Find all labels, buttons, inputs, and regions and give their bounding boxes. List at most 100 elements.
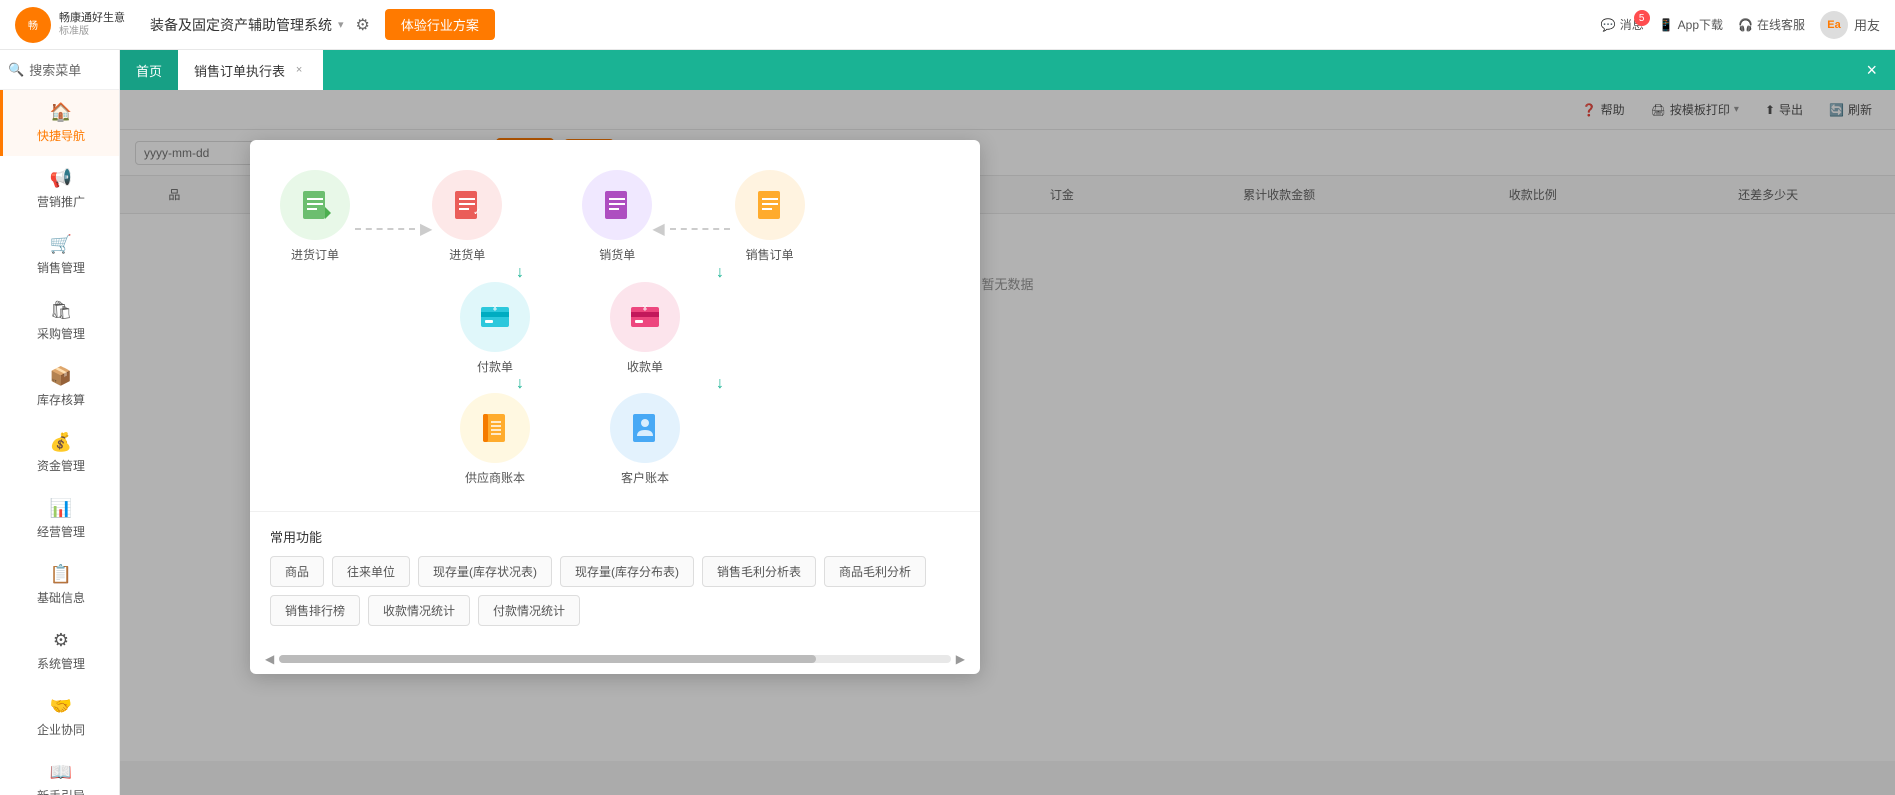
customer-ledger-circle [610,393,680,463]
scroll-right-arrow[interactable]: ▶ [956,652,965,666]
dropdown-icon: ▾ [338,18,344,31]
sidebar-item-sales[interactable]: 🛒 销售管理 [0,222,119,288]
flow-node-purchase-bill[interactable]: ✓ 进货单 [432,170,502,263]
func-buttons-row2: 销售排行榜 收款情况统计 付款情况统计 [270,595,960,626]
modal-content: 进货订单 ▶ [250,140,980,511]
flow-node-sales-bill[interactable]: 销货单 [582,170,652,263]
sidebar-item-guide[interactable]: 📖 新手引导 [0,750,119,795]
arrow-h-2: ◀ [652,219,734,263]
flow-node-sales-order[interactable]: 销售订单 [735,170,805,263]
sidebar-item-label: 企业协同 [37,721,85,738]
purchase-bill-label: 进货单 [449,246,485,263]
svg-text:¥: ¥ [642,304,648,313]
sidebar-item-label: 经营管理 [37,523,85,540]
service-icon: 🎧 [1738,18,1753,32]
sidebar-item-label: 基础信息 [37,589,85,606]
sidebar-item-finance[interactable]: 💰 资金管理 [0,420,119,486]
scroll-thumb [279,655,816,663]
supplier-ledger-label: 供应商账本 [465,469,525,486]
purchase-order-circle [280,170,350,240]
scroll-left-arrow[interactable]: ◀ [265,652,274,666]
top-header: 畅 畅康通好生意 标准版 装备及固定资产辅助管理系统 ▾ ⚙ 体验行业方案 💬 … [0,0,1895,50]
sidebar-item-operation[interactable]: 📊 经营管理 [0,486,119,552]
payment-circle: ¥ [460,282,530,352]
operation-icon: 📊 [50,498,72,519]
sidebar-item-purchase[interactable]: 🛍 采购管理 [0,288,119,354]
sidebar-item-label: 库存核算 [37,391,85,408]
marketing-icon: 📢 [50,168,72,189]
modal-overlay: 进货订单 ▶ [120,90,1895,795]
search-menu[interactable]: 🔍 搜索菜单 [0,50,119,90]
system-title-area[interactable]: 装备及固定资产辅助管理系统 ▾ [150,15,344,35]
tab-bar-close-button[interactable]: × [1858,60,1885,81]
receipt-label: 收款单 [627,358,663,375]
tab-sales-order[interactable]: 销售订单执行表 × [178,50,323,90]
flow-node-purchase-order[interactable]: 进货订单 [280,170,350,263]
sidebar-item-system[interactable]: ⚙ 系统管理 [0,618,119,684]
receipt-circle: ¥ [610,282,680,352]
flow-node-supplier-ledger[interactable]: 供应商账本 [460,393,530,486]
search-icon: 🔍 [8,62,24,78]
flow-node-customer-ledger[interactable]: 客户账本 [610,393,680,486]
message-badge: 5 [1634,10,1650,26]
user-area[interactable]: Ea 用友 [1820,11,1880,39]
inventory-icon: 📦 [50,366,72,387]
experience-button[interactable]: 体验行业方案 [385,9,495,40]
func-btn-partner[interactable]: 往来单位 [332,556,410,587]
system-icon: ⚙ [53,630,69,651]
sidebar-item-enterprise[interactable]: 🤝 企业协同 [0,684,119,750]
app-download-item[interactable]: 📱 App下载 [1659,16,1723,33]
svg-text:¥: ¥ [492,304,498,313]
func-btn-sales-gross[interactable]: 销售毛利分析表 [702,556,816,587]
flow-node-payment[interactable]: ¥ 付款单 [460,282,530,375]
modal-box: 进货订单 ▶ [250,140,980,674]
sidebar-item-label: 销售管理 [37,259,85,276]
func-btn-payment-stat[interactable]: 付款情况统计 [478,595,580,626]
tab-home[interactable]: 首页 [120,50,178,90]
content-area: 首页 销售订单执行表 × × ❓ 帮助 🖨 按模板打印 ▾ [120,50,1895,795]
customer-ledger-label: 客户账本 [621,469,669,486]
logo-text: 畅康通好生意 标准版 [59,11,125,38]
enterprise-icon: 🤝 [50,696,72,717]
page-content: ❓ 帮助 🖨 按模板打印 ▾ ⬆ 导出 🔄 刷新 [120,90,1895,795]
func-btn-sales-rank[interactable]: 销售排行榜 [270,595,360,626]
func-btn-product[interactable]: 商品 [270,556,324,587]
sidebar-item-basic[interactable]: 📋 基础信息 [0,552,119,618]
tab-close-icon[interactable]: × [291,62,307,78]
sidebar-item-marketing[interactable]: 📢 营销推广 [0,156,119,222]
func-btn-stock-dist[interactable]: 现存量(库存分布表) [560,556,694,587]
scroll-track[interactable] [279,655,951,663]
svg-text:畅: 畅 [28,19,38,32]
sidebar-item-inventory[interactable]: 📦 库存核算 [0,354,119,420]
supplier-ledger-circle [460,393,530,463]
sales-order-circle [735,170,805,240]
sidebar-item-label: 营销推广 [37,193,85,210]
payment-label: 付款单 [477,358,513,375]
header-actions: 💬 消息 5 📱 App下载 🎧 在线客服 Ea 用友 [1601,11,1880,39]
message-item[interactable]: 💬 消息 5 [1601,16,1644,33]
gear-icon: ⚙ [356,17,370,34]
arrow-h-1: ▶ [350,219,432,263]
user-name: 用友 [1854,15,1880,34]
func-btn-receipt-stat[interactable]: 收款情况统计 [368,595,470,626]
svg-text:✓: ✓ [473,207,481,218]
sales-bill-label: 销货单 [599,246,635,263]
sidebar-item-quick-nav[interactable]: 🏠 快捷导航 [0,90,119,156]
func-btn-stock-status[interactable]: 现存量(库存状况表) [418,556,552,587]
sidebar-item-label: 采购管理 [37,325,85,342]
gear-button[interactable]: ⚙ [356,15,370,35]
message-icon: 💬 [1601,18,1616,32]
sidebar-item-label: 新手引导 [37,787,85,795]
quick-nav-icon: 🏠 [50,102,72,123]
system-title: 装备及固定资产辅助管理系统 [150,15,332,35]
online-service-item[interactable]: 🎧 在线客服 [1738,16,1805,33]
download-icon: 📱 [1659,18,1674,32]
purchase-icon: 🛍 [50,300,73,321]
sidebar-item-label: 快捷导航 [37,127,85,144]
scroll-area: ◀ ▶ [250,644,980,674]
logo-area: 畅 畅康通好生意 标准版 [15,7,135,43]
func-btn-product-gross[interactable]: 商品毛利分析 [824,556,926,587]
func-buttons-row1: 商品 往来单位 现存量(库存状况表) 现存量(库存分布表) 销售毛利分析表 商品… [270,556,960,587]
flow-node-receipt[interactable]: ¥ 收款单 [610,282,680,375]
purchase-order-label: 进货订单 [291,246,339,263]
